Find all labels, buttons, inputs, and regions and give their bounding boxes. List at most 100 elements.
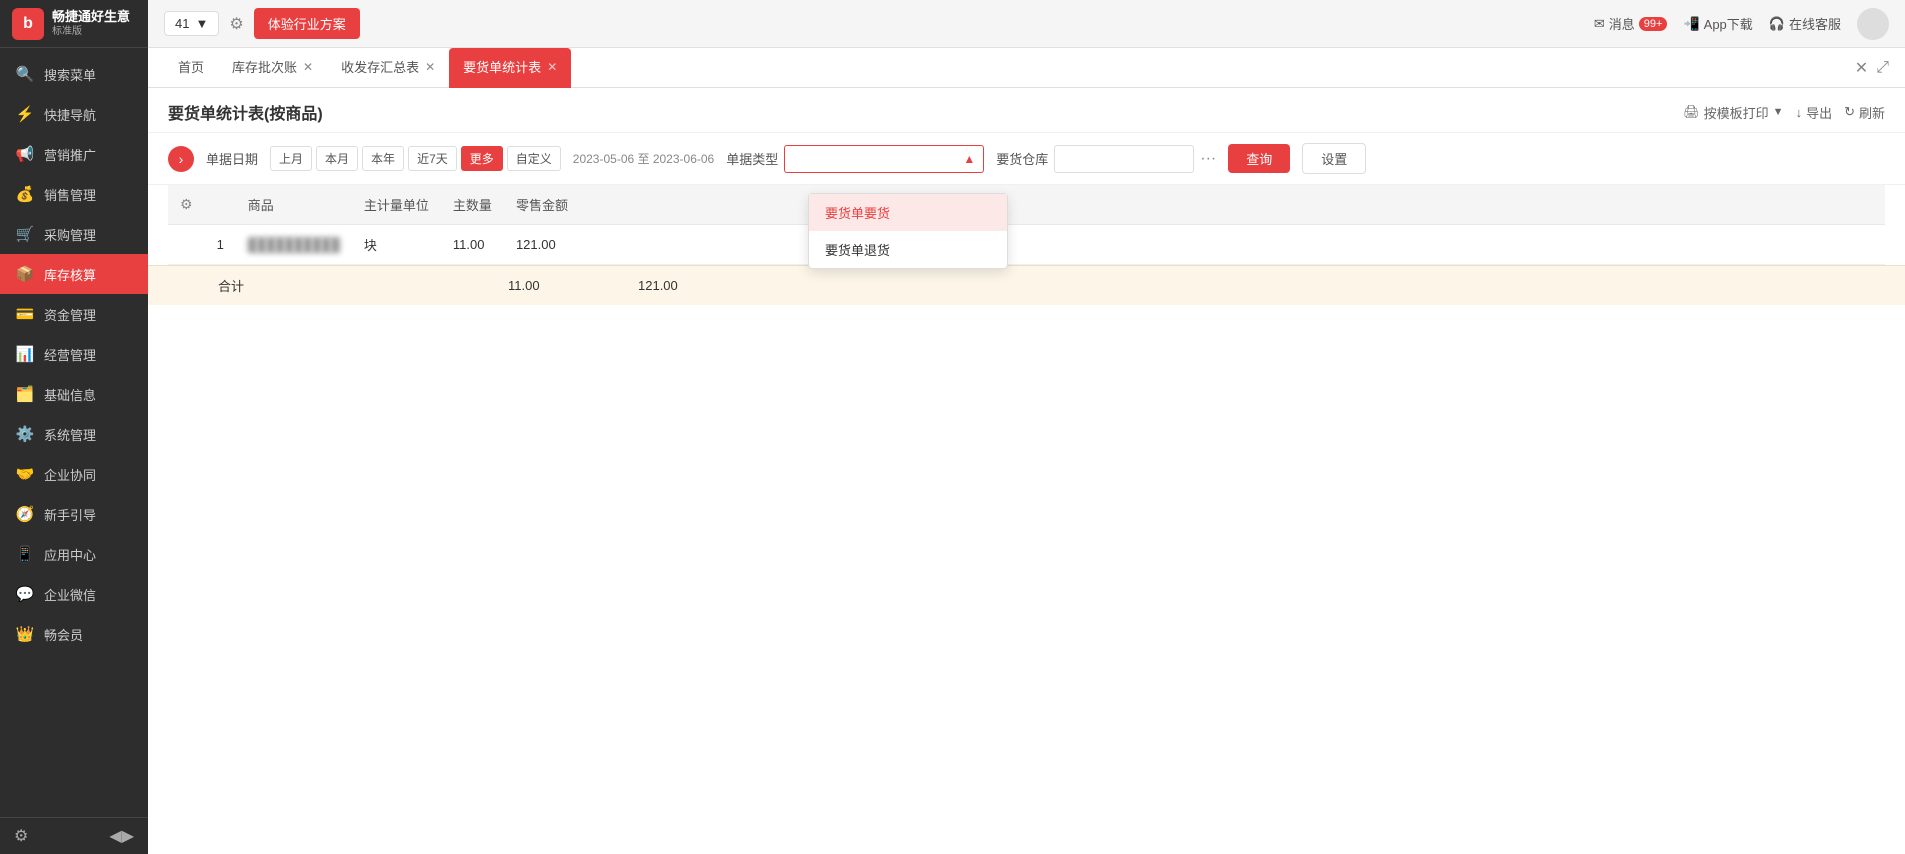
sidebar-item-inventory[interactable]: 📦 库存核算 [0,254,148,294]
col-unit-header: 主计量单位 [352,185,441,225]
purchase-icon: 🛒 [14,223,36,245]
warehouse-select[interactable] [1054,145,1194,173]
table-row: 1 ██████████ 块 11.00 121.00 [168,225,1885,265]
settings-footer-icon[interactable]: ⚙ [14,826,28,846]
tab-batch[interactable]: 库存批次账 ✕ [218,48,327,88]
warehouse-filter-group: 要货仓库 ··· [996,145,1216,173]
sidebar-item-label: 快捷导航 [44,105,96,124]
tab-home[interactable]: 首页 [164,48,218,88]
warehouse-label: 要货仓库 [996,149,1048,168]
tab-order-stat-label: 要货单统计表 [463,57,541,76]
sidebar-item-label: 经营管理 [44,345,96,364]
refresh-btn[interactable]: ↻ 刷新 [1844,103,1885,122]
dropdown-item-order-return[interactable]: 要货单退货 [809,231,1007,268]
tab-home-label: 首页 [178,57,204,76]
online-service-btn[interactable]: 🎧 在线客服 [1769,14,1841,33]
export-icon: ↓ [1796,105,1803,120]
sidebar-item-apps[interactable]: 📱 应用中心 [0,534,148,574]
sidebar-item-marketing[interactable]: 📢 营销推广 [0,134,148,174]
row-unit: 块 [352,225,441,265]
vip-icon: 👑 [14,623,36,645]
sidebar-item-purchase[interactable]: 🛒 采购管理 [0,214,148,254]
brand-sub: 标准版 [52,25,130,38]
collapse-icon[interactable]: ◀▶ [109,826,134,846]
dropdown-item-label: 要货单退货 [825,243,890,258]
marketing-icon: 📢 [14,143,36,165]
main-area: 41 ▼ ⚙ 体验行业方案 ✉ 消息 99+ 📲 App下载 🎧 在线客服 [148,0,1905,854]
goods-name: ██████████ [248,237,340,252]
topbar-right: ✉ 消息 99+ 📲 App下载 🎧 在线客服 [1594,8,1889,40]
gear-icon[interactable]: ⚙ [229,14,243,34]
date-btn-this-month[interactable]: 本月 [316,146,358,171]
sidebar-item-enterprise[interactable]: 🤝 企业协同 [0,454,148,494]
tab-order-stat[interactable]: 要货单统计表 ✕ [449,48,571,88]
date-btn-custom[interactable]: 自定义 [507,146,561,171]
date-btns: 上月 本月 本年 近7天 更多 自定义 [270,146,561,171]
tab-batch-label: 库存批次账 [232,57,297,76]
service-icon: 🎧 [1769,16,1785,32]
topbar-left: 41 ▼ ⚙ 体验行业方案 [164,8,360,39]
col-settings-icon[interactable]: ⚙ [180,196,193,212]
sidebar-item-basic[interactable]: 🗂️ 基础信息 [0,374,148,414]
store-selector[interactable]: 41 ▼ [164,11,219,36]
date-btn-7days[interactable]: 近7天 [408,146,457,171]
sidebar-item-system[interactable]: ⚙️ 系统管理 [0,414,148,454]
sidebar-item-vip[interactable]: 👑 畅会员 [0,614,148,654]
table-head: ⚙ 商品 主计量单位 主数量 零售金额 [168,185,1885,225]
sidebar-item-label: 搜索菜单 [44,65,96,84]
date-btn-more[interactable]: 更多 [461,146,503,171]
close-all-icon[interactable]: ✕ [1855,58,1868,78]
topbar: 41 ▼ ⚙ 体验行业方案 ✉ 消息 99+ 📲 App下载 🎧 在线客服 [148,0,1905,48]
expand-icon[interactable]: ⤢ [1876,59,1889,77]
print-btn[interactable]: 🖨 按模板打印 ▼ [1683,103,1783,122]
industry-btn[interactable]: 体验行业方案 [254,8,360,39]
col-num-header [205,185,236,225]
dropdown-item-order-goods[interactable]: 要货单要货 [809,194,1007,231]
chevron-up-icon: ▲ [963,152,975,166]
footer-qty: 11.00 [508,278,638,293]
sidebar-item-label: 畅会员 [44,625,83,644]
avatar[interactable] [1857,8,1889,40]
refresh-icon: ↻ [1844,104,1855,120]
sidebar-item-operation[interactable]: 📊 经营管理 [0,334,148,374]
row-qty: 11.00 [441,225,504,265]
settings-btn[interactable]: 设置 [1302,143,1366,174]
export-btn[interactable]: ↓ 导出 [1796,103,1833,122]
filter-more-icon[interactable]: ··· [1200,150,1216,168]
row-settings-cell [168,225,205,265]
tab-order-stat-close[interactable]: ✕ [547,60,557,74]
messages-btn[interactable]: ✉ 消息 99+ [1594,14,1668,33]
sidebar-item-search[interactable]: 🔍 搜索菜单 [0,54,148,94]
sidebar-item-wechat[interactable]: 💬 企业微信 [0,574,148,614]
system-icon: ⚙️ [14,423,36,445]
sidebar-item-sales[interactable]: 💰 销售管理 [0,174,148,214]
sidebar-item-label: 企业协同 [44,465,96,484]
sidebar-item-shortcut[interactable]: ⚡ 快捷导航 [0,94,148,134]
type-select[interactable]: ▲ [784,145,984,173]
row-goods: ██████████ [236,225,352,265]
tab-receive[interactable]: 收发存汇总表 ✕ [327,48,449,88]
date-range: 2023-05-06 至 2023-06-06 [573,150,714,167]
row-amount: 121.00 [504,225,580,265]
sidebar-item-label: 营销推广 [44,145,96,164]
tab-receive-close[interactable]: ✕ [425,60,435,74]
store-number: 41 [175,16,189,31]
brand-name: 畅捷通好生意 [52,9,130,26]
tab-batch-close[interactable]: ✕ [303,60,313,74]
sidebar-item-label: 企业微信 [44,585,96,604]
sidebar-item-label: 新手引导 [44,505,96,524]
sidebar-nav: 🔍 搜索菜单 ⚡ 快捷导航 📢 营销推广 💰 销售管理 🛒 采购管理 📦 库存核… [0,48,148,817]
col-qty-header: 主数量 [441,185,504,225]
date-btn-last-month[interactable]: 上月 [270,146,312,171]
operation-icon: 📊 [14,343,36,365]
query-btn[interactable]: 查询 [1228,144,1290,173]
date-btn-this-year[interactable]: 本年 [362,146,404,171]
app-download-btn[interactable]: 📲 App下载 [1683,14,1752,33]
date-label: 单据日期 [206,149,258,168]
tab-bar: 首页 库存批次账 ✕ 收发存汇总表 ✕ 要货单统计表 ✕ ✕ ⤢ [148,48,1905,88]
sales-icon: 💰 [14,183,36,205]
sidebar-item-finance[interactable]: 💳 资金管理 [0,294,148,334]
online-service-label: 在线客服 [1789,14,1841,33]
filter-toggle-btn[interactable]: › [168,146,194,172]
sidebar-item-guide[interactable]: 🧭 新手引导 [0,494,148,534]
